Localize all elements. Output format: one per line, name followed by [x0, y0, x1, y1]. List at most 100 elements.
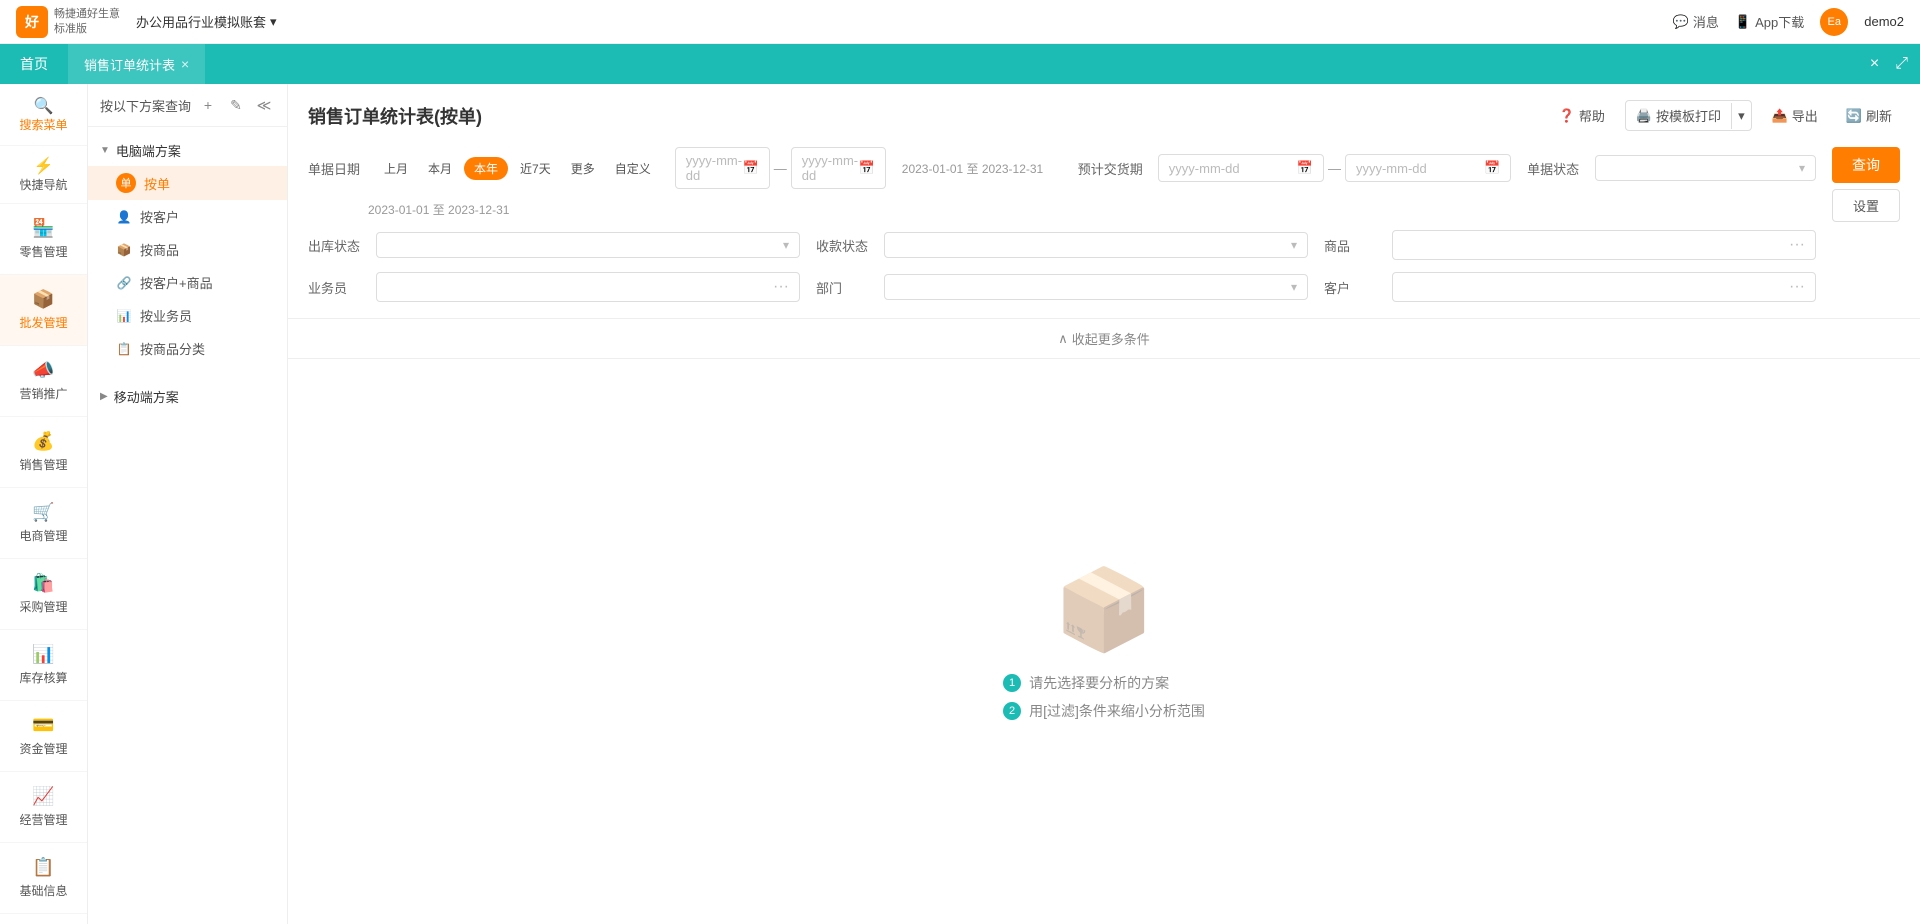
query-button[interactable]: 查询	[1832, 147, 1900, 183]
ship-status-select[interactable]: ▾	[376, 232, 800, 258]
calendar-end-icon: 📅	[859, 160, 875, 176]
calendar-expected-end-icon: 📅	[1484, 160, 1500, 176]
empty-illustration: 📦	[1054, 563, 1154, 657]
sales-icon: 💰	[8, 431, 79, 452]
expected-date-start[interactable]: yyyy-mm-dd 📅	[1158, 154, 1324, 182]
content-area: 按以下方案查询 + ✎ ≪ ▼ 电脑端方案 单 按单 👤 按客户	[88, 84, 1920, 924]
more-btn[interactable]: 更多	[563, 157, 603, 180]
tree-item-by-category[interactable]: 📋 按商品分类	[88, 332, 287, 365]
logo-area: 好 畅捷通好生意 标准版	[16, 6, 120, 38]
sidebar-item-ecommerce[interactable]: 🛒 电商管理	[0, 488, 87, 559]
customer-more-icon[interactable]: ···	[1789, 278, 1805, 296]
app-download-button[interactable]: 📱 App下载	[1735, 12, 1804, 31]
payment-status-select[interactable]: ▾	[884, 232, 1308, 258]
sidebar-item-sales[interactable]: 💰 销售管理	[0, 417, 87, 488]
date-start-input[interactable]: yyyy-mm-dd 📅	[675, 147, 770, 189]
product-select[interactable]: ···	[1392, 230, 1816, 260]
sidebar-item-business[interactable]: 📈 经营管理	[0, 772, 87, 843]
customer-scheme-icon: 👤	[116, 209, 132, 225]
help-icon: ❓	[1559, 108, 1575, 124]
department-field: 部门 ▾	[816, 274, 1308, 300]
date-end-input[interactable]: yyyy-mm-dd 📅	[791, 147, 886, 189]
sidebar-item-basic[interactable]: 📋 基础信息	[0, 843, 87, 914]
this-year-btn[interactable]: 本年	[464, 157, 508, 180]
tab-close-icon[interactable]: ×	[181, 56, 189, 72]
customer-label: 客户	[1324, 278, 1384, 297]
customer-product-scheme-icon: 🔗	[116, 275, 132, 291]
print-icon: 🖨️	[1636, 108, 1652, 124]
marketing-icon: 📣	[8, 360, 79, 381]
custom-btn[interactable]: 自定义	[607, 157, 659, 180]
calendar-expected-start-icon: 📅	[1297, 160, 1313, 176]
print-dropdown-button[interactable]: ▾	[1731, 103, 1751, 129]
app-selector[interactable]: 办公用品行业模拟账套 ▾	[128, 8, 285, 35]
tree-section-mobile: ▶ 移动端方案	[88, 373, 287, 420]
last-7days-btn[interactable]: 近7天	[512, 157, 559, 180]
left-panel-header: 按以下方案查询 + ✎ ≪	[88, 84, 287, 127]
sidebar-item-inventory[interactable]: 📊 库存核算	[0, 630, 87, 701]
basic-icon: 📋	[8, 857, 79, 878]
tab-minimize-button[interactable]: ×	[1866, 51, 1883, 77]
settings-button[interactable]: 设置	[1832, 189, 1900, 222]
this-month-btn[interactable]: 本月	[420, 157, 460, 180]
sidebar-nav[interactable]: ⚡ 快捷导航	[0, 146, 87, 204]
tab-active[interactable]: 销售订单统计表 ×	[68, 44, 205, 84]
doc-status-select[interactable]: ▾	[1595, 155, 1816, 181]
salesperson-label: 业务员	[308, 278, 368, 297]
export-button[interactable]: 📤 导出	[1764, 102, 1826, 129]
expected-date-end[interactable]: yyyy-mm-dd 📅	[1345, 154, 1511, 182]
tab-maximize-button[interactable]: ⤢	[1891, 51, 1912, 77]
left-panel: 按以下方案查询 + ✎ ≪ ▼ 电脑端方案 单 按单 👤 按客户	[88, 84, 288, 924]
tree-item-by-product[interactable]: 📦 按商品	[88, 233, 287, 266]
sidebar-item-retail[interactable]: 🏪 零售管理	[0, 204, 87, 275]
print-button-group: 🖨️ 按模板打印 ▾	[1625, 100, 1752, 131]
department-select[interactable]: ▾	[884, 274, 1308, 300]
sidebar-search[interactable]: 🔍 搜索菜单	[0, 84, 87, 146]
collapse-button[interactable]: ∧ 收起更多条件	[1058, 329, 1150, 348]
username-label: demo2	[1864, 14, 1904, 29]
salesperson-select[interactable]: ···	[376, 272, 800, 302]
date-label: 单据日期	[308, 159, 368, 178]
help-button[interactable]: ❓ 帮助	[1551, 102, 1613, 129]
sidebar-item-purchase[interactable]: 🛍️ 采购管理	[0, 559, 87, 630]
collapse-panel-button[interactable]: ≪	[253, 94, 275, 116]
salesperson-field: 业务员 ···	[308, 272, 800, 302]
salesperson-more-icon[interactable]: ···	[773, 278, 789, 296]
sidebar-item-finance[interactable]: 💳 资金管理	[0, 701, 87, 772]
last-month-btn[interactable]: 上月	[376, 157, 416, 180]
add-scheme-button[interactable]: +	[197, 94, 219, 116]
tree-parent-mobile[interactable]: ▶ 移动端方案	[88, 381, 287, 412]
doc-status-field: 单据状态 ▾	[1527, 155, 1816, 181]
tree-item-by-customer-product[interactable]: 🔗 按客户+商品	[88, 266, 287, 299]
tree-item-by-order[interactable]: 单 按单	[88, 166, 287, 200]
sidebar-item-system[interactable]: ⚙️ 系统管理	[0, 914, 87, 924]
tab-home[interactable]: 首页	[0, 44, 68, 84]
tree-expand-icon: ▼	[100, 145, 110, 156]
page-actions: ❓ 帮助 🖨️ 按模板打印 ▾ 📤 导出	[1551, 100, 1900, 131]
download-icon: 📱	[1735, 14, 1751, 30]
print-button[interactable]: 🖨️ 按模板打印	[1626, 101, 1731, 130]
avatar[interactable]: Ea	[1820, 8, 1848, 36]
ship-status-label: 出库状态	[308, 236, 368, 255]
edit-scheme-button[interactable]: ✎	[225, 94, 247, 116]
customer-select[interactable]: ···	[1392, 272, 1816, 302]
tree-item-by-salesperson[interactable]: 📊 按业务员	[88, 299, 287, 332]
product-more-icon[interactable]: ···	[1789, 236, 1805, 254]
sidebar-item-wholesale[interactable]: 📦 批发管理	[0, 275, 87, 346]
form-row-2: 出库状态 ▾ 收款状态 ▾	[308, 230, 1816, 260]
tree-item-by-customer[interactable]: 👤 按客户	[88, 200, 287, 233]
product-field: 商品 ···	[1324, 230, 1816, 260]
sidebar-item-marketing[interactable]: 📣 营销推广	[0, 346, 87, 417]
date-range-info: 2023-01-01 至 2023-12-31	[308, 201, 1816, 218]
selected-badge: 单	[116, 173, 136, 193]
message-button[interactable]: 💬 消息	[1673, 12, 1719, 31]
refresh-button[interactable]: 🔄 刷新	[1838, 102, 1900, 129]
tip-num-1: 1	[1003, 674, 1021, 692]
tree-parent-pc[interactable]: ▼ 电脑端方案	[88, 135, 287, 166]
tree-collapse-icon: ▶	[100, 391, 108, 402]
retail-icon: 🏪	[8, 218, 79, 239]
expected-date-range: yyyy-mm-dd 📅 — yyyy-mm-dd 📅	[1158, 154, 1511, 182]
date-range-display: 2023-01-01 至 2023-12-31	[902, 160, 1062, 177]
expected-date-label: 预计交货期	[1078, 159, 1150, 178]
query-section: 销售订单统计表(按单) ❓ 帮助 🖨️ 按模板打印 ▾	[288, 84, 1920, 319]
